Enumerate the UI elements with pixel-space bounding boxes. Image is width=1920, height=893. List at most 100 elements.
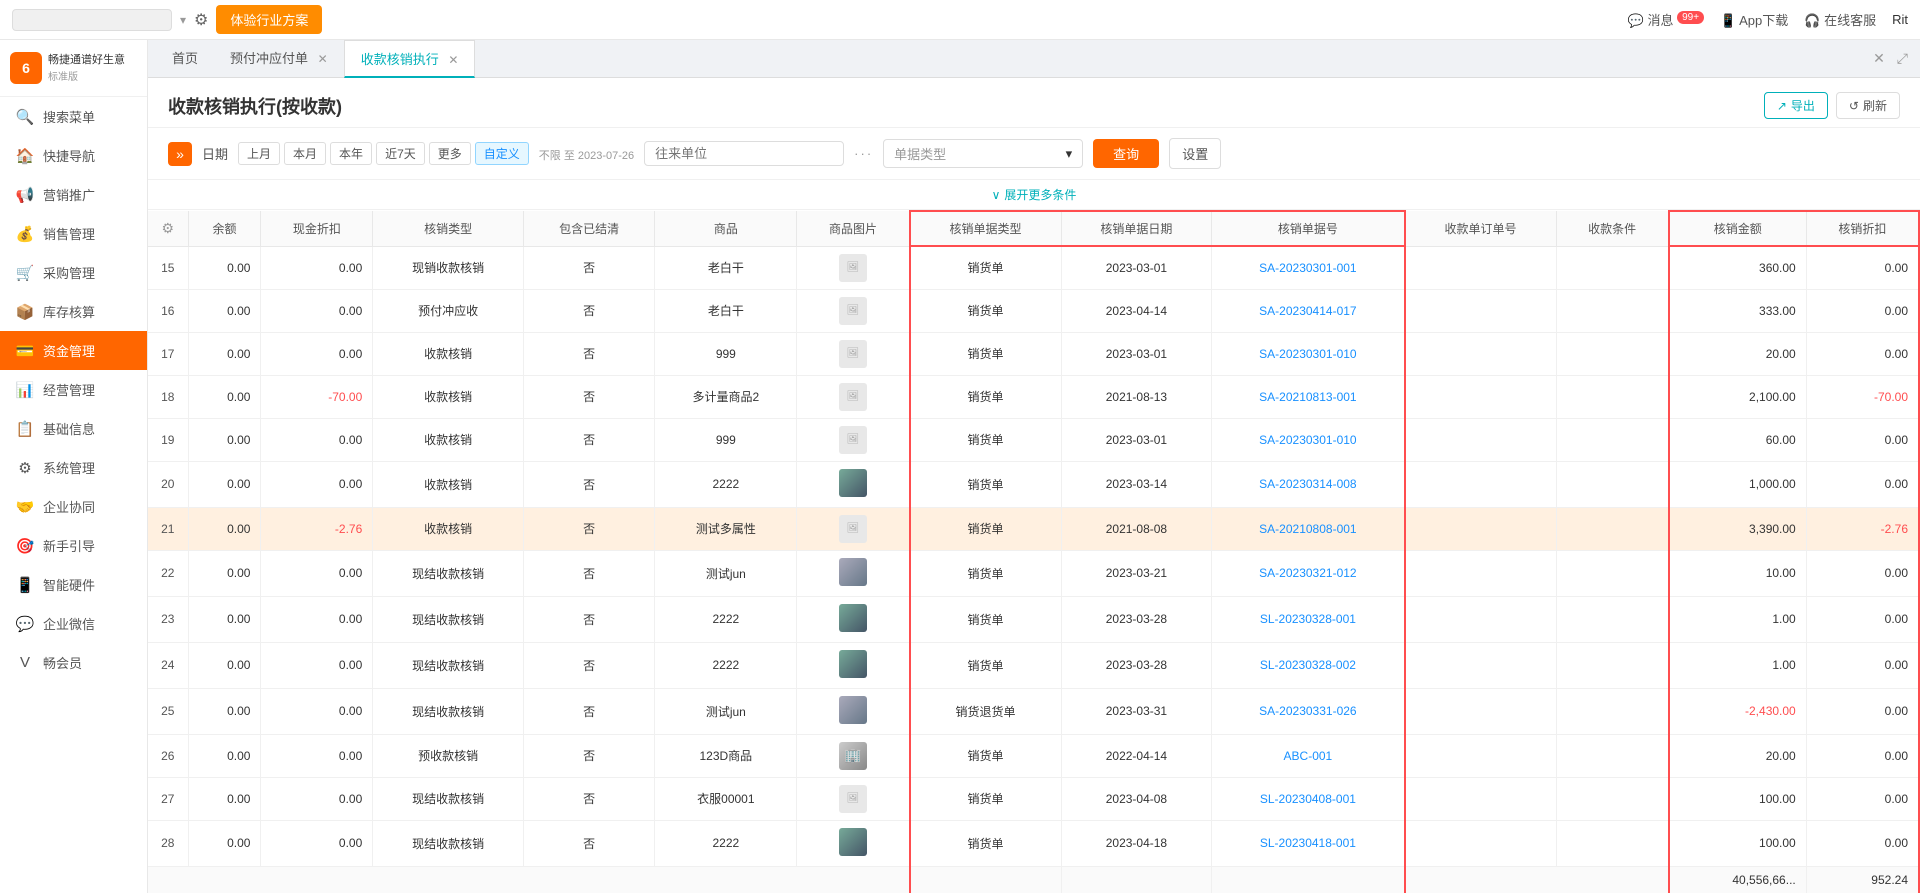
td-include_settled: 否 <box>524 550 655 596</box>
sidebar-item-marketing[interactable]: 📢 营销推广 <box>0 175 147 214</box>
verify-bill-no-link[interactable]: SL-20230328-002 <box>1260 658 1356 672</box>
sidebar-item-wechat[interactable]: 💬 企业微信 <box>0 604 147 643</box>
online-service-link[interactable]: 🎧 在线客服 <box>1804 10 1876 29</box>
td-verify-bill-no[interactable]: SL-20230328-002 <box>1212 642 1405 688</box>
sidebar-item-quick-nav[interactable]: 🏠 快捷导航 <box>0 136 147 175</box>
verify-bill-no-link[interactable]: SA-20230414-017 <box>1259 304 1356 318</box>
verify-bill-no-link[interactable]: SA-20230331-026 <box>1259 704 1356 718</box>
tab-home[interactable]: 首页 <box>156 40 214 77</box>
verify-bill-no-link[interactable]: SA-20210808-001 <box>1259 522 1356 536</box>
message-area[interactable]: 💬 消息 99+ <box>1628 10 1704 29</box>
td-verify-bill-no[interactable]: SA-20230301-001 <box>1212 246 1405 289</box>
td-verify-amount: 1,000.00 <box>1669 461 1807 507</box>
from-unit-input[interactable] <box>644 141 844 166</box>
marketing-icon: 📢 <box>15 186 35 204</box>
tab-prepay[interactable]: 预付冲应付单 ✕ <box>214 40 344 77</box>
tab-receive[interactable]: 收款核销执行 ✕ <box>344 40 476 78</box>
td-verify_type: 现结收款核销 <box>373 550 524 596</box>
tab-close-prepay[interactable]: ✕ <box>318 52 328 66</box>
td-no: 22 <box>148 550 188 596</box>
td-verify-bill-date: 2023-04-14 <box>1061 289 1212 332</box>
sales-icon: 💰 <box>15 225 35 243</box>
date-more[interactable]: 更多 <box>429 142 471 165</box>
td-verify-bill-no[interactable]: ABC-001 <box>1212 734 1405 777</box>
search-input[interactable] <box>12 9 172 31</box>
sidebar-item-guide[interactable]: 🎯 新手引导 <box>0 526 147 565</box>
td-verify-bill-no[interactable]: SA-20210808-001 <box>1212 507 1405 550</box>
date-last-7days[interactable]: 近7天 <box>376 142 425 165</box>
date-last-month[interactable]: 上月 <box>238 142 280 165</box>
verify-bill-no-link[interactable]: SA-20230321-012 <box>1259 566 1356 580</box>
refresh-button[interactable]: ↺ 刷新 <box>1836 92 1900 119</box>
settings-button[interactable]: 设置 <box>1169 138 1221 169</box>
td-verify-bill-no[interactable]: SA-20210813-001 <box>1212 375 1405 418</box>
expand-more-button[interactable]: ∨ 展开更多条件 <box>992 186 1077 203</box>
td-verify-bill-no[interactable]: SA-20230321-012 <box>1212 550 1405 596</box>
td-balance: 0.00 <box>188 375 261 418</box>
verify-bill-no-link[interactable]: SA-20230301-010 <box>1259 433 1356 447</box>
verify-bill-no-link[interactable]: SA-20230301-010 <box>1259 347 1356 361</box>
sidebar-item-system[interactable]: ⚙ 系统管理 <box>0 448 147 487</box>
td-cash_discount: 0.00 <box>261 332 373 375</box>
filter-expand-button[interactable]: » <box>168 142 192 166</box>
verify-bill-no-link[interactable]: SL-20230408-001 <box>1260 792 1356 806</box>
table-container[interactable]: ⚙ 余额 现金折扣 核销类型 包含已结清 商品 商品图片 核销单据类型 核销单据… <box>148 210 1920 893</box>
main-layout: 6 畅捷通谱好生意 标准版 🔍 搜索菜单 🏠 快捷导航 📢 营销推广 💰 销售管… <box>0 40 1920 893</box>
verify-bill-no-link[interactable]: SA-20230314-008 <box>1259 477 1356 491</box>
td-verify-bill-no[interactable]: SL-20230328-001 <box>1212 596 1405 642</box>
date-this-year[interactable]: 本年 <box>330 142 372 165</box>
date-this-month[interactable]: 本月 <box>284 142 326 165</box>
user-name[interactable]: Rit <box>1892 12 1908 27</box>
main-content: 首页 预付冲应付单 ✕ 收款核销执行 ✕ ✕ ⤢ 收款核销执行(按收款) ↗ 导… <box>148 40 1920 893</box>
verify-bill-no-link[interactable]: SA-20230301-001 <box>1259 261 1356 275</box>
td-recv-condition <box>1556 596 1669 642</box>
sidebar-item-smart-hw[interactable]: 📱 智能硬件 <box>0 565 147 604</box>
sidebar-item-inventory[interactable]: 📦 库存核算 <box>0 292 147 331</box>
td-verify-bill-type: 销货单 <box>910 642 1062 688</box>
td-verify-bill-no[interactable]: SL-20230408-001 <box>1212 777 1405 820</box>
td-verify-bill-no[interactable]: SL-20230418-001 <box>1212 820 1405 866</box>
td-verify_type: 收款核销 <box>373 332 524 375</box>
trial-button[interactable]: 体验行业方案 <box>216 5 322 34</box>
purchase-icon: 🛒 <box>15 264 35 282</box>
verify-bill-no-link[interactable]: SL-20230418-001 <box>1260 836 1356 850</box>
app-download-link[interactable]: 📱 App下载 <box>1720 10 1788 29</box>
query-button[interactable]: 查询 <box>1093 139 1159 168</box>
td-verify-bill-no[interactable]: SA-20230414-017 <box>1212 289 1405 332</box>
sidebar-item-member[interactable]: V 畅会员 <box>0 643 147 682</box>
th-setting[interactable]: ⚙ <box>148 211 188 246</box>
app-name: 畅捷通谱好生意 <box>48 53 125 67</box>
verify-bill-no-link[interactable]: SL-20230328-001 <box>1260 612 1356 626</box>
maximize-tab-button[interactable]: ⤢ <box>1893 48 1912 69</box>
date-custom[interactable]: 自定义 <box>475 142 529 165</box>
td-verify_type: 收款核销 <box>373 461 524 507</box>
sidebar-item-sales[interactable]: 💰 销售管理 <box>0 214 147 253</box>
wechat-icon: 💬 <box>15 615 35 633</box>
td-verify-bill-no[interactable]: SA-20230331-026 <box>1212 688 1405 734</box>
column-setting-icon[interactable]: ⚙ <box>161 220 174 236</box>
td-verify-bill-no[interactable]: SA-20230301-010 <box>1212 418 1405 461</box>
enterprise-icon: 🤝 <box>15 498 35 516</box>
td-verify-bill-no[interactable]: SA-20230314-008 <box>1212 461 1405 507</box>
td-verify-amount: 100.00 <box>1669 820 1807 866</box>
export-button[interactable]: ↗ 导出 <box>1764 92 1828 119</box>
th-verify-type: 核销类型 <box>373 211 524 246</box>
sidebar-item-purchase[interactable]: 🛒 采购管理 <box>0 253 147 292</box>
td-verify-bill-type: 销货单 <box>910 820 1062 866</box>
gear-icon[interactable]: ⚙ <box>194 10 208 30</box>
close-tab-button[interactable]: ✕ <box>1869 48 1889 69</box>
th-verify-discount: 核销折扣 <box>1806 211 1919 246</box>
sidebar-item-enterprise[interactable]: 🤝 企业协同 <box>0 487 147 526</box>
sidebar-item-capital[interactable]: 💳 资金管理 <box>0 331 147 370</box>
sidebar-item-basic-info[interactable]: 📋 基础信息 <box>0 409 147 448</box>
verify-bill-no-link[interactable]: ABC-001 <box>1284 749 1333 763</box>
sidebar-item-business[interactable]: 📊 经营管理 <box>0 370 147 409</box>
td-verify-bill-no[interactable]: SA-20230301-010 <box>1212 332 1405 375</box>
td-include_settled: 否 <box>524 461 655 507</box>
verify-bill-no-link[interactable]: SA-20210813-001 <box>1259 390 1356 404</box>
tab-close-receive[interactable]: ✕ <box>448 53 458 67</box>
sidebar-item-search[interactable]: 🔍 搜索菜单 <box>0 97 147 136</box>
chevron-down-icon[interactable]: ▾ <box>180 13 186 27</box>
tab-actions: ✕ ⤢ <box>1869 48 1912 69</box>
bill-type-select[interactable]: 单据类型 ▾ <box>883 139 1083 168</box>
